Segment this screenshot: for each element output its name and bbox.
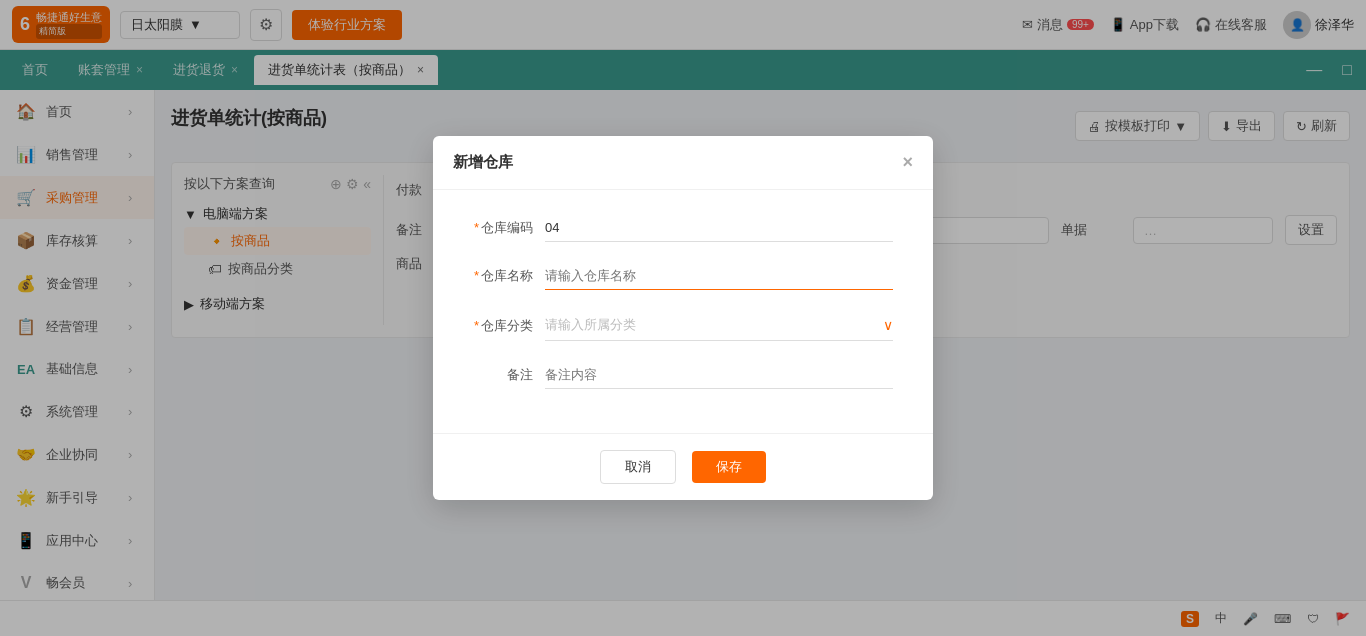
category-chevron-icon: ∨	[883, 317, 893, 333]
name-field-row: *仓库名称	[473, 262, 893, 290]
code-field-row: *仓库编码	[473, 214, 893, 242]
modal-close-button[interactable]: ×	[902, 152, 913, 173]
memo-field-row: 备注	[473, 361, 893, 389]
memo-label-modal: 备注	[473, 366, 533, 384]
modal-header: 新增仓库 ×	[433, 136, 933, 190]
code-input[interactable]	[545, 214, 893, 242]
memo-input-modal[interactable]	[545, 361, 893, 389]
modal-title: 新增仓库	[453, 153, 513, 172]
save-button[interactable]: 保存	[692, 451, 766, 483]
category-select[interactable]: 请输入所属分类 ∨	[545, 310, 893, 341]
modal-footer: 取消 保存	[433, 433, 933, 500]
modal-overlay: 新增仓库 × *仓库编码 *仓库名称 *仓库分类	[0, 0, 1366, 636]
category-label: *仓库分类	[473, 317, 533, 335]
category-field-row: *仓库分类 请输入所属分类 ∨	[473, 310, 893, 341]
code-label: *仓库编码	[473, 219, 533, 237]
cancel-button[interactable]: 取消	[600, 450, 676, 484]
warehouse-modal: 新增仓库 × *仓库编码 *仓库名称 *仓库分类	[433, 136, 933, 500]
category-placeholder: 请输入所属分类	[545, 316, 636, 334]
modal-body: *仓库编码 *仓库名称 *仓库分类 请输入所属分类 ∨	[433, 190, 933, 433]
name-label: *仓库名称	[473, 267, 533, 285]
name-input[interactable]	[545, 262, 893, 290]
